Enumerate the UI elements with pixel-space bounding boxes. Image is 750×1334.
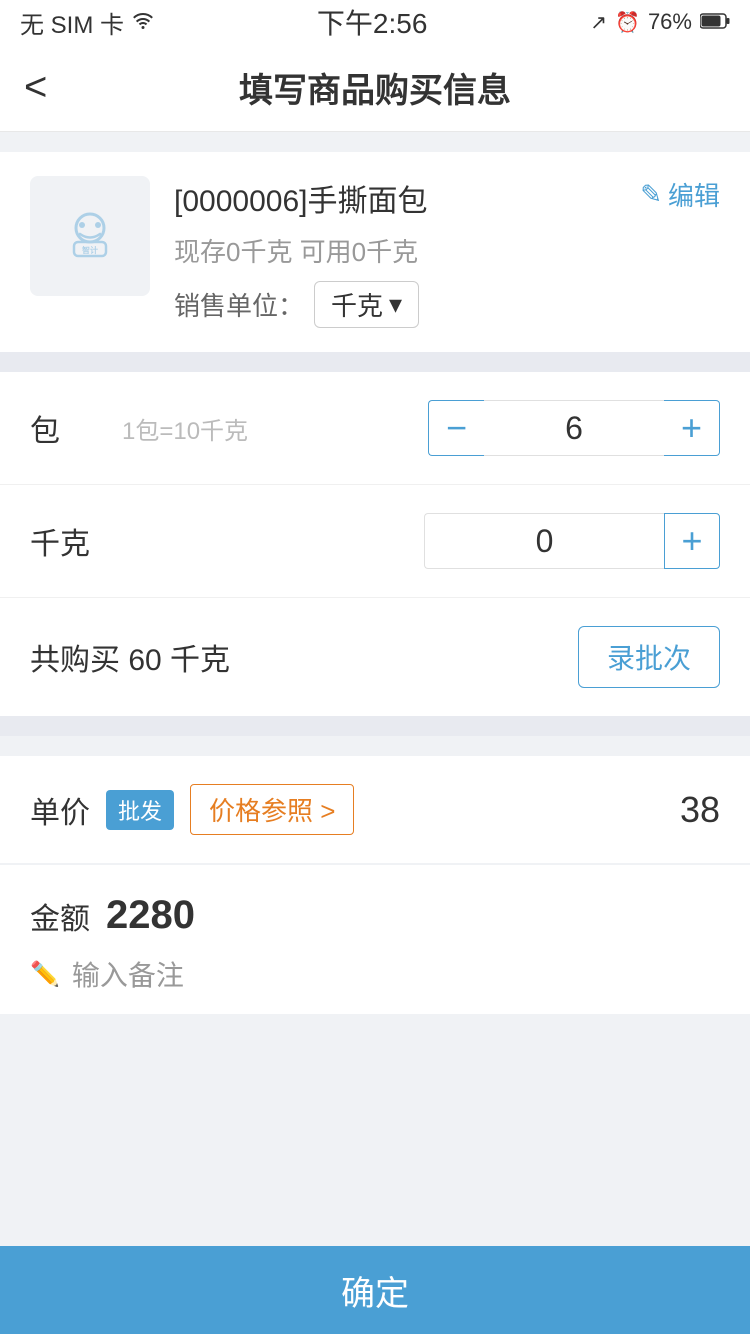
product-card: 智计 [0000006]手撕面包 ✎ 编辑 现存0千克 可用0千克 销售单位： … bbox=[0, 152, 750, 352]
amount-value: 2280 bbox=[106, 893, 195, 938]
confirm-label: 确定 bbox=[341, 1266, 409, 1315]
price-ref-button[interactable]: 价格参照 > bbox=[190, 784, 354, 835]
amount-row: 金额 2280 bbox=[30, 893, 720, 938]
pencil-icon: ✏️ bbox=[30, 960, 60, 989]
price-value: 38 bbox=[680, 789, 720, 831]
back-button[interactable]: < bbox=[24, 65, 47, 110]
package-decrease-button[interactable]: − bbox=[428, 400, 484, 456]
kg-label: 千克 bbox=[30, 519, 110, 563]
total-text: 共购买 60 千克 bbox=[30, 635, 230, 679]
note-row[interactable]: ✏️ 输入备注 bbox=[30, 954, 720, 994]
confirm-button[interactable]: 确定 bbox=[0, 1246, 750, 1334]
kg-qty-input[interactable] bbox=[424, 513, 664, 569]
kg-input-row: 千克 + bbox=[0, 485, 750, 598]
unit-label: 销售单位： bbox=[174, 286, 304, 323]
product-name: [0000006]手撕面包 bbox=[174, 176, 427, 220]
status-left: 无 SIM 卡 bbox=[20, 5, 154, 40]
product-logo-icon: 智计 bbox=[60, 206, 120, 266]
price-row: 单价 批发 价格参照 > 38 bbox=[30, 784, 720, 835]
product-info: [0000006]手撕面包 ✎ 编辑 现存0千克 可用0千克 销售单位： 千克 … bbox=[174, 176, 720, 328]
kg-qty-control: + bbox=[424, 513, 720, 569]
edit-icon: ✎ bbox=[640, 179, 662, 210]
total-row: 共购买 60 千克 录批次 bbox=[0, 598, 750, 716]
kg-increase-button[interactable]: + bbox=[664, 513, 720, 569]
nav-bar: < 填写商品购买信息 bbox=[0, 44, 750, 132]
page-title: 填写商品购买信息 bbox=[239, 63, 511, 112]
product-image: 智计 bbox=[30, 176, 150, 296]
wifi-icon bbox=[132, 8, 154, 36]
location-icon: ↗ bbox=[590, 10, 607, 35]
edit-button[interactable]: ✎ 编辑 bbox=[640, 176, 720, 213]
unit-select[interactable]: 千克 ▾ bbox=[314, 281, 419, 328]
product-unit-row: 销售单位： 千克 ▾ bbox=[174, 281, 720, 328]
price-section: 单价 批发 价格参照 > 38 bbox=[0, 756, 750, 863]
edit-label: 编辑 bbox=[668, 176, 720, 213]
package-qty-input[interactable] bbox=[484, 400, 664, 456]
battery-label: 76% bbox=[648, 9, 692, 35]
price-ref-label: 价格参照 > bbox=[209, 791, 335, 828]
chevron-down-icon: ▾ bbox=[389, 289, 402, 320]
battery-icon bbox=[700, 8, 730, 36]
unit-value: 千克 bbox=[331, 286, 383, 323]
alarm-icon: ⏰ bbox=[615, 10, 640, 35]
price-badge: 批发 bbox=[106, 790, 174, 830]
section-separator-2 bbox=[0, 716, 750, 736]
package-label: 包 bbox=[30, 406, 110, 450]
note-label: 输入备注 bbox=[72, 954, 184, 994]
section-separator-1 bbox=[0, 352, 750, 372]
package-qty-control: − + bbox=[428, 400, 720, 456]
status-bar: 无 SIM 卡 下午2:56 ↗ ⏰ 76% bbox=[0, 0, 750, 44]
price-label: 单价 bbox=[30, 788, 90, 832]
carrier-label: 无 SIM 卡 bbox=[20, 5, 124, 40]
batch-button[interactable]: 录批次 bbox=[578, 626, 720, 688]
package-hint: 1包=10千克 bbox=[122, 411, 428, 446]
input-section: 包 1包=10千克 − + 千克 + bbox=[0, 372, 750, 598]
svg-text:智计: 智计 bbox=[82, 245, 98, 255]
amount-section: 金额 2280 ✏️ 输入备注 bbox=[0, 865, 750, 1014]
package-increase-button[interactable]: + bbox=[664, 400, 720, 456]
amount-label: 金额 bbox=[30, 894, 90, 938]
status-time: 下午2:56 bbox=[317, 2, 428, 42]
product-stock: 现存0千克 可用0千克 bbox=[174, 232, 720, 269]
package-input-row: 包 1包=10千克 − + bbox=[0, 372, 750, 485]
status-right: ↗ ⏰ 76% bbox=[590, 8, 730, 36]
